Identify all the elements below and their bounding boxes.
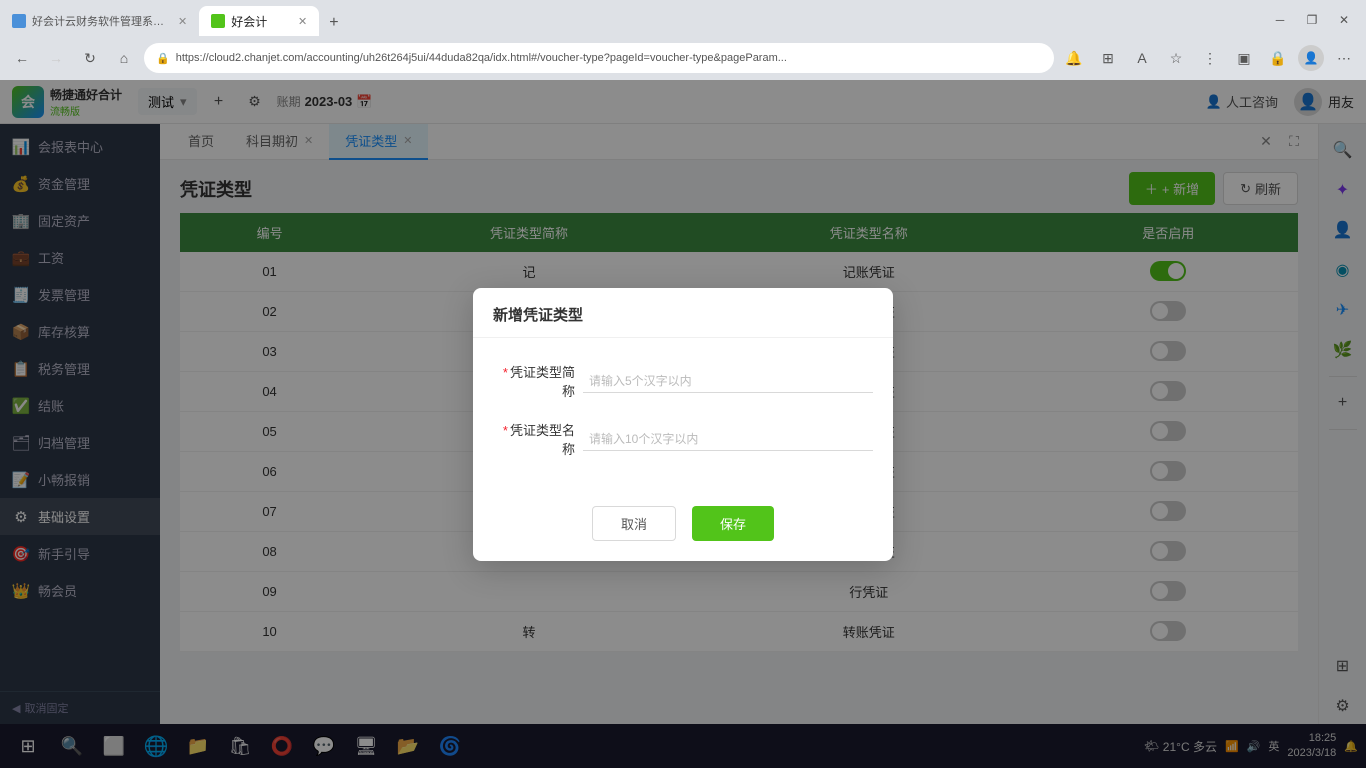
more-button[interactable]: ⋯: [1330, 44, 1358, 72]
required-indicator2: *: [503, 423, 508, 438]
url-text: https://cloud2.chanjet.com/accounting/uh…: [176, 52, 1042, 64]
cancel-button[interactable]: 取消: [592, 506, 676, 541]
form-label-short: *凭证类型简称: [493, 362, 583, 400]
saved-button[interactable]: 🔒: [1264, 44, 1292, 72]
tab-accounting[interactable]: 好会计云财务软件管理系统_会计 ✕: [0, 6, 199, 36]
tab-label-main: 好会计: [231, 13, 267, 30]
form-row-short: *凭证类型简称: [493, 362, 873, 400]
restore-button[interactable]: ❐: [1298, 6, 1326, 34]
tab-favicon-accounting: [12, 14, 26, 28]
home-button[interactable]: ⌂: [110, 44, 138, 72]
add-voucher-modal: 新增凭证类型 *凭证类型简称 *凭证类型名称 取消 保存: [473, 288, 893, 561]
tab-main[interactable]: 好会计 ✕: [199, 6, 319, 36]
new-tab-button[interactable]: +: [319, 10, 348, 36]
extensions-button[interactable]: 🔔: [1060, 44, 1088, 72]
tab-close-main[interactable]: ✕: [298, 15, 307, 28]
voucher-name-input[interactable]: [583, 427, 873, 451]
back-button[interactable]: ←: [8, 44, 36, 72]
modal-body: *凭证类型简称 *凭证类型名称: [473, 338, 893, 494]
modal-title: 新增凭证类型: [473, 288, 893, 338]
close-button[interactable]: ✕: [1330, 6, 1358, 34]
required-indicator: *: [503, 365, 508, 380]
address-bar[interactable]: 🔒 https://cloud2.chanjet.com/accounting/…: [144, 43, 1054, 73]
font-button[interactable]: A: [1128, 44, 1156, 72]
minimize-button[interactable]: ─: [1266, 6, 1294, 34]
tab-favicon-main: [211, 14, 225, 28]
tab-label-accounting: 好会计云财务软件管理系统_会计: [32, 13, 172, 29]
user-profile-button[interactable]: 👤: [1298, 45, 1324, 71]
form-label-name: *凭证类型名称: [493, 420, 583, 458]
save-button[interactable]: 保存: [692, 506, 774, 541]
modal-overlay: 新增凭证类型 *凭证类型简称 *凭证类型名称 取消 保存: [0, 80, 1366, 768]
forward-button[interactable]: →: [42, 44, 70, 72]
modal-footer: 取消 保存: [473, 494, 893, 561]
form-row-name: *凭证类型名称: [493, 420, 873, 458]
bookmark-button[interactable]: ⊞: [1094, 44, 1122, 72]
star-button[interactable]: ☆: [1162, 44, 1190, 72]
reload-button[interactable]: ↻: [76, 44, 104, 72]
voucher-short-input[interactable]: [583, 369, 873, 393]
settings-button[interactable]: ⋮: [1196, 44, 1224, 72]
security-icon: 🔒: [156, 52, 170, 65]
tab-close-accounting[interactable]: ✕: [178, 15, 187, 28]
split-button[interactable]: ▣: [1230, 44, 1258, 72]
